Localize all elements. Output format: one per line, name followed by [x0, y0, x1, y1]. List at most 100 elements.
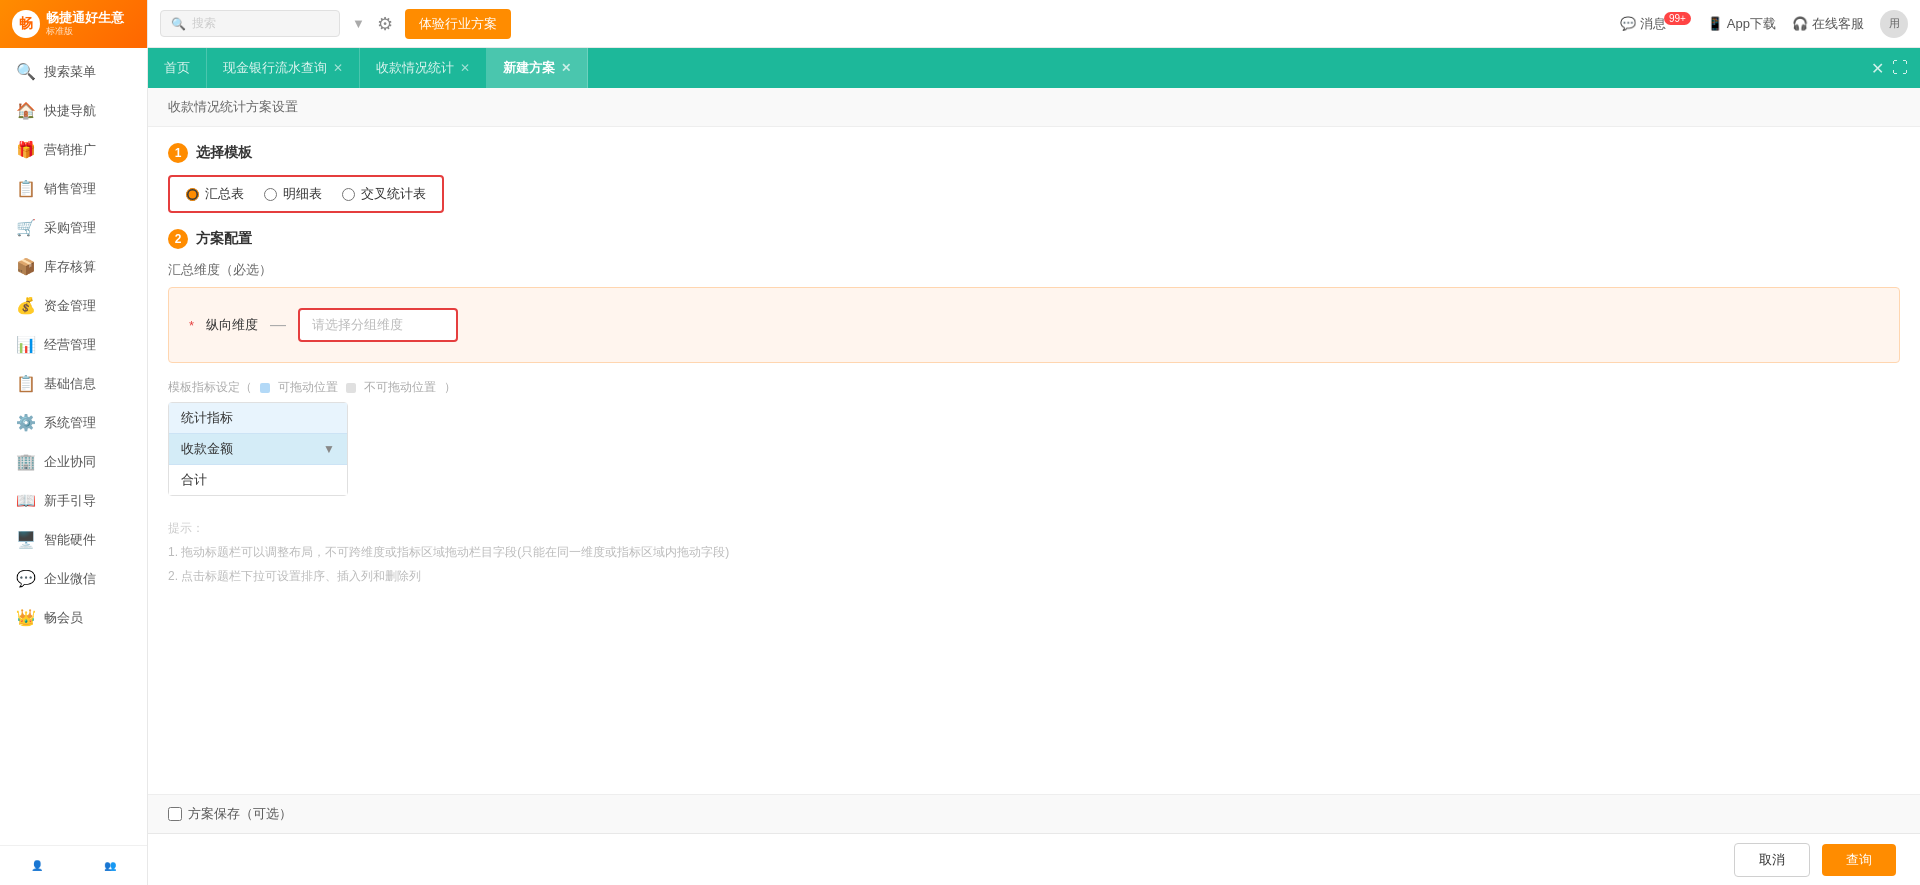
radio-detail-label[interactable]: 明细表 [283, 185, 322, 203]
app-download-item[interactable]: 📱 App下载 [1707, 15, 1776, 33]
footer-bar: 取消 查询 [148, 833, 1920, 885]
page-title: 收款情况统计方案设置 [168, 99, 298, 114]
section-body: 1 选择模板 汇总表 明细表 [148, 127, 1920, 794]
sidebar-item-guide[interactable]: 📖 新手引导 [0, 481, 147, 520]
dimension-row: * 纵向维度 — 请选择分组维度 [189, 308, 1879, 342]
tab-bank[interactable]: 现金银行流水查询 ✕ [207, 48, 360, 88]
radio-summary-input[interactable] [186, 188, 199, 201]
sidebar-item-base[interactable]: 📋 基础信息 [0, 364, 147, 403]
sidebar-item-marketing[interactable]: 🎁 营销推广 [0, 130, 147, 169]
sidebar-item-label: 搜索菜单 [44, 63, 96, 81]
query-button[interactable]: 查询 [1822, 844, 1896, 876]
tab-new-plan-close[interactable]: ✕ [561, 61, 571, 75]
sidebar-item-label: 经营管理 [44, 336, 96, 354]
content: 收款情况统计方案设置 1 选择模板 汇总表 [148, 88, 1920, 885]
main-area: 🔍 搜索 ▼ ⚙ 体验行业方案 💬 消息 99+ 📱 App下载 🎧 在线客服 … [148, 0, 1920, 885]
step2-header: 2 方案配置 [168, 229, 1900, 249]
sidebar-item-label: 智能硬件 [44, 531, 96, 549]
sidebar-item-inventory[interactable]: 📦 库存核算 [0, 247, 147, 286]
sidebar-item-label: 采购管理 [44, 219, 96, 237]
nodrag-dot [346, 383, 356, 393]
tab-bar-right: ✕ ⛶ [1859, 48, 1920, 88]
column-header[interactable]: 收款金额 ▼ [169, 434, 347, 465]
industry-button[interactable]: 体验行业方案 [405, 9, 511, 39]
sidebar-item-label: 企业协同 [44, 453, 96, 471]
sidebar-item-corp[interactable]: 🏢 企业协同 [0, 442, 147, 481]
money-icon: 💰 [16, 296, 36, 315]
search-icon-header: 🔍 [171, 17, 186, 31]
avatar1-icon: 👤 [31, 860, 43, 871]
tips-title: 提示： [168, 521, 204, 535]
page-title-bar: 收款情况统计方案设置 [148, 88, 1920, 127]
dimension-input[interactable]: 请选择分组维度 [298, 308, 458, 342]
tab-collect-label: 收款情况统计 [376, 59, 454, 77]
radio-cross[interactable]: 交叉统计表 [342, 185, 426, 203]
expand-icon[interactable]: ⛶ [1892, 59, 1908, 77]
tab-new-plan[interactable]: 新建方案 ✕ [487, 48, 588, 88]
cancel-button[interactable]: 取消 [1734, 843, 1810, 877]
gift-icon: 🎁 [16, 140, 36, 159]
logo-name: 畅捷通好生意 [46, 10, 124, 26]
radio-summary-label[interactable]: 汇总表 [205, 185, 244, 203]
close-window-icon[interactable]: ✕ [1871, 59, 1884, 78]
tab-bar: 首页 现金银行流水查询 ✕ 收款情况统计 ✕ 新建方案 ✕ ✕ ⛶ [148, 48, 1920, 88]
metrics-row-value: 合计 [181, 472, 207, 487]
save-label[interactable]: 方案保存（可选） [188, 805, 292, 823]
tips-section: 提示： 1. 拖动标题栏可以调整布局，不可跨维度或指标区域拖动栏目字段(只能在同… [168, 516, 1900, 588]
settings-icon[interactable]: ⚙ [377, 13, 393, 35]
box-icon: 📦 [16, 257, 36, 276]
dimension-required-mark: * [189, 318, 194, 333]
radio-detail[interactable]: 明细表 [264, 185, 322, 203]
search-bar[interactable]: 🔍 搜索 [160, 10, 340, 37]
sidebar-item-system[interactable]: ⚙️ 系统管理 [0, 403, 147, 442]
hint-nodrag-label: 不可拖动位置 [364, 379, 436, 396]
tab-new-plan-label: 新建方案 [503, 59, 555, 77]
radio-summary[interactable]: 汇总表 [186, 185, 244, 203]
metrics-label-end: ） [444, 379, 456, 396]
save-checkbox[interactable] [168, 807, 182, 821]
avatar-text: 用 [1889, 16, 1900, 31]
tab-bank-close[interactable]: ✕ [333, 61, 343, 75]
radio-cross-label[interactable]: 交叉统计表 [361, 185, 426, 203]
sidebar-item-hardware[interactable]: 🖥️ 智能硬件 [0, 520, 147, 559]
config-section: 汇总维度（必选） * 纵向维度 — 请选择分组维度 [168, 261, 1900, 588]
tab-collect[interactable]: 收款情况统计 ✕ [360, 48, 487, 88]
radio-detail-input[interactable] [264, 188, 277, 201]
sidebar-logo: 畅 畅捷通好生意 标准版 [0, 0, 147, 48]
chart-icon: 📊 [16, 335, 36, 354]
sidebar-item-label: 库存核算 [44, 258, 96, 276]
tab-collect-close[interactable]: ✕ [460, 61, 470, 75]
sidebar-item-label: 企业微信 [44, 570, 96, 588]
gear-icon: ⚙️ [16, 413, 36, 432]
message-item[interactable]: 💬 消息 99+ [1620, 15, 1691, 33]
cart-icon: 🛒 [16, 218, 36, 237]
chevron-icon: ▼ [323, 442, 335, 456]
metrics-header: 统计指标 [169, 403, 347, 434]
sidebar-item-weixin[interactable]: 💬 企业微信 [0, 559, 147, 598]
content-inner: 收款情况统计方案设置 1 选择模板 汇总表 [148, 88, 1920, 833]
tab-home[interactable]: 首页 [148, 48, 207, 88]
sidebar-item-quicknav[interactable]: 🏠 快捷导航 [0, 91, 147, 130]
sidebar-item-label: 系统管理 [44, 414, 96, 432]
sidebar-bottom: 👤 👥 [0, 845, 147, 885]
radio-cross-input[interactable] [342, 188, 355, 201]
sidebar-item-member[interactable]: 👑 畅会员 [0, 598, 147, 637]
sidebar-bottom-avatar2[interactable]: 👥 [98, 854, 122, 877]
avatar[interactable]: 用 [1880, 10, 1908, 38]
template-select-box: 汇总表 明细表 交叉统计表 [168, 175, 444, 213]
sidebar-nav: 🔍 搜索菜单 🏠 快捷导航 🎁 营销推广 📋 销售管理 🛒 采购管理 📦 库存核… [0, 48, 147, 845]
sidebar-item-search[interactable]: 🔍 搜索菜单 [0, 52, 147, 91]
sidebar-item-finance[interactable]: 💰 资金管理 [0, 286, 147, 325]
tab-home-label: 首页 [164, 59, 190, 77]
sidebar-item-business[interactable]: 📊 经营管理 [0, 325, 147, 364]
metrics-value-row: 合计 [169, 465, 347, 495]
sidebar-bottom-avatar1[interactable]: 👤 [25, 854, 49, 877]
sidebar-item-label: 资金管理 [44, 297, 96, 315]
app-label: App下载 [1727, 15, 1776, 33]
message-badge: 99+ [1664, 12, 1691, 25]
sidebar-item-purchase[interactable]: 🛒 采购管理 [0, 208, 147, 247]
metrics-table: 统计指标 收款金额 ▼ 合计 [168, 402, 348, 496]
chevron-down-icon[interactable]: ▼ [352, 16, 365, 31]
sidebar-item-sales[interactable]: 📋 销售管理 [0, 169, 147, 208]
service-item[interactable]: 🎧 在线客服 [1792, 15, 1864, 33]
